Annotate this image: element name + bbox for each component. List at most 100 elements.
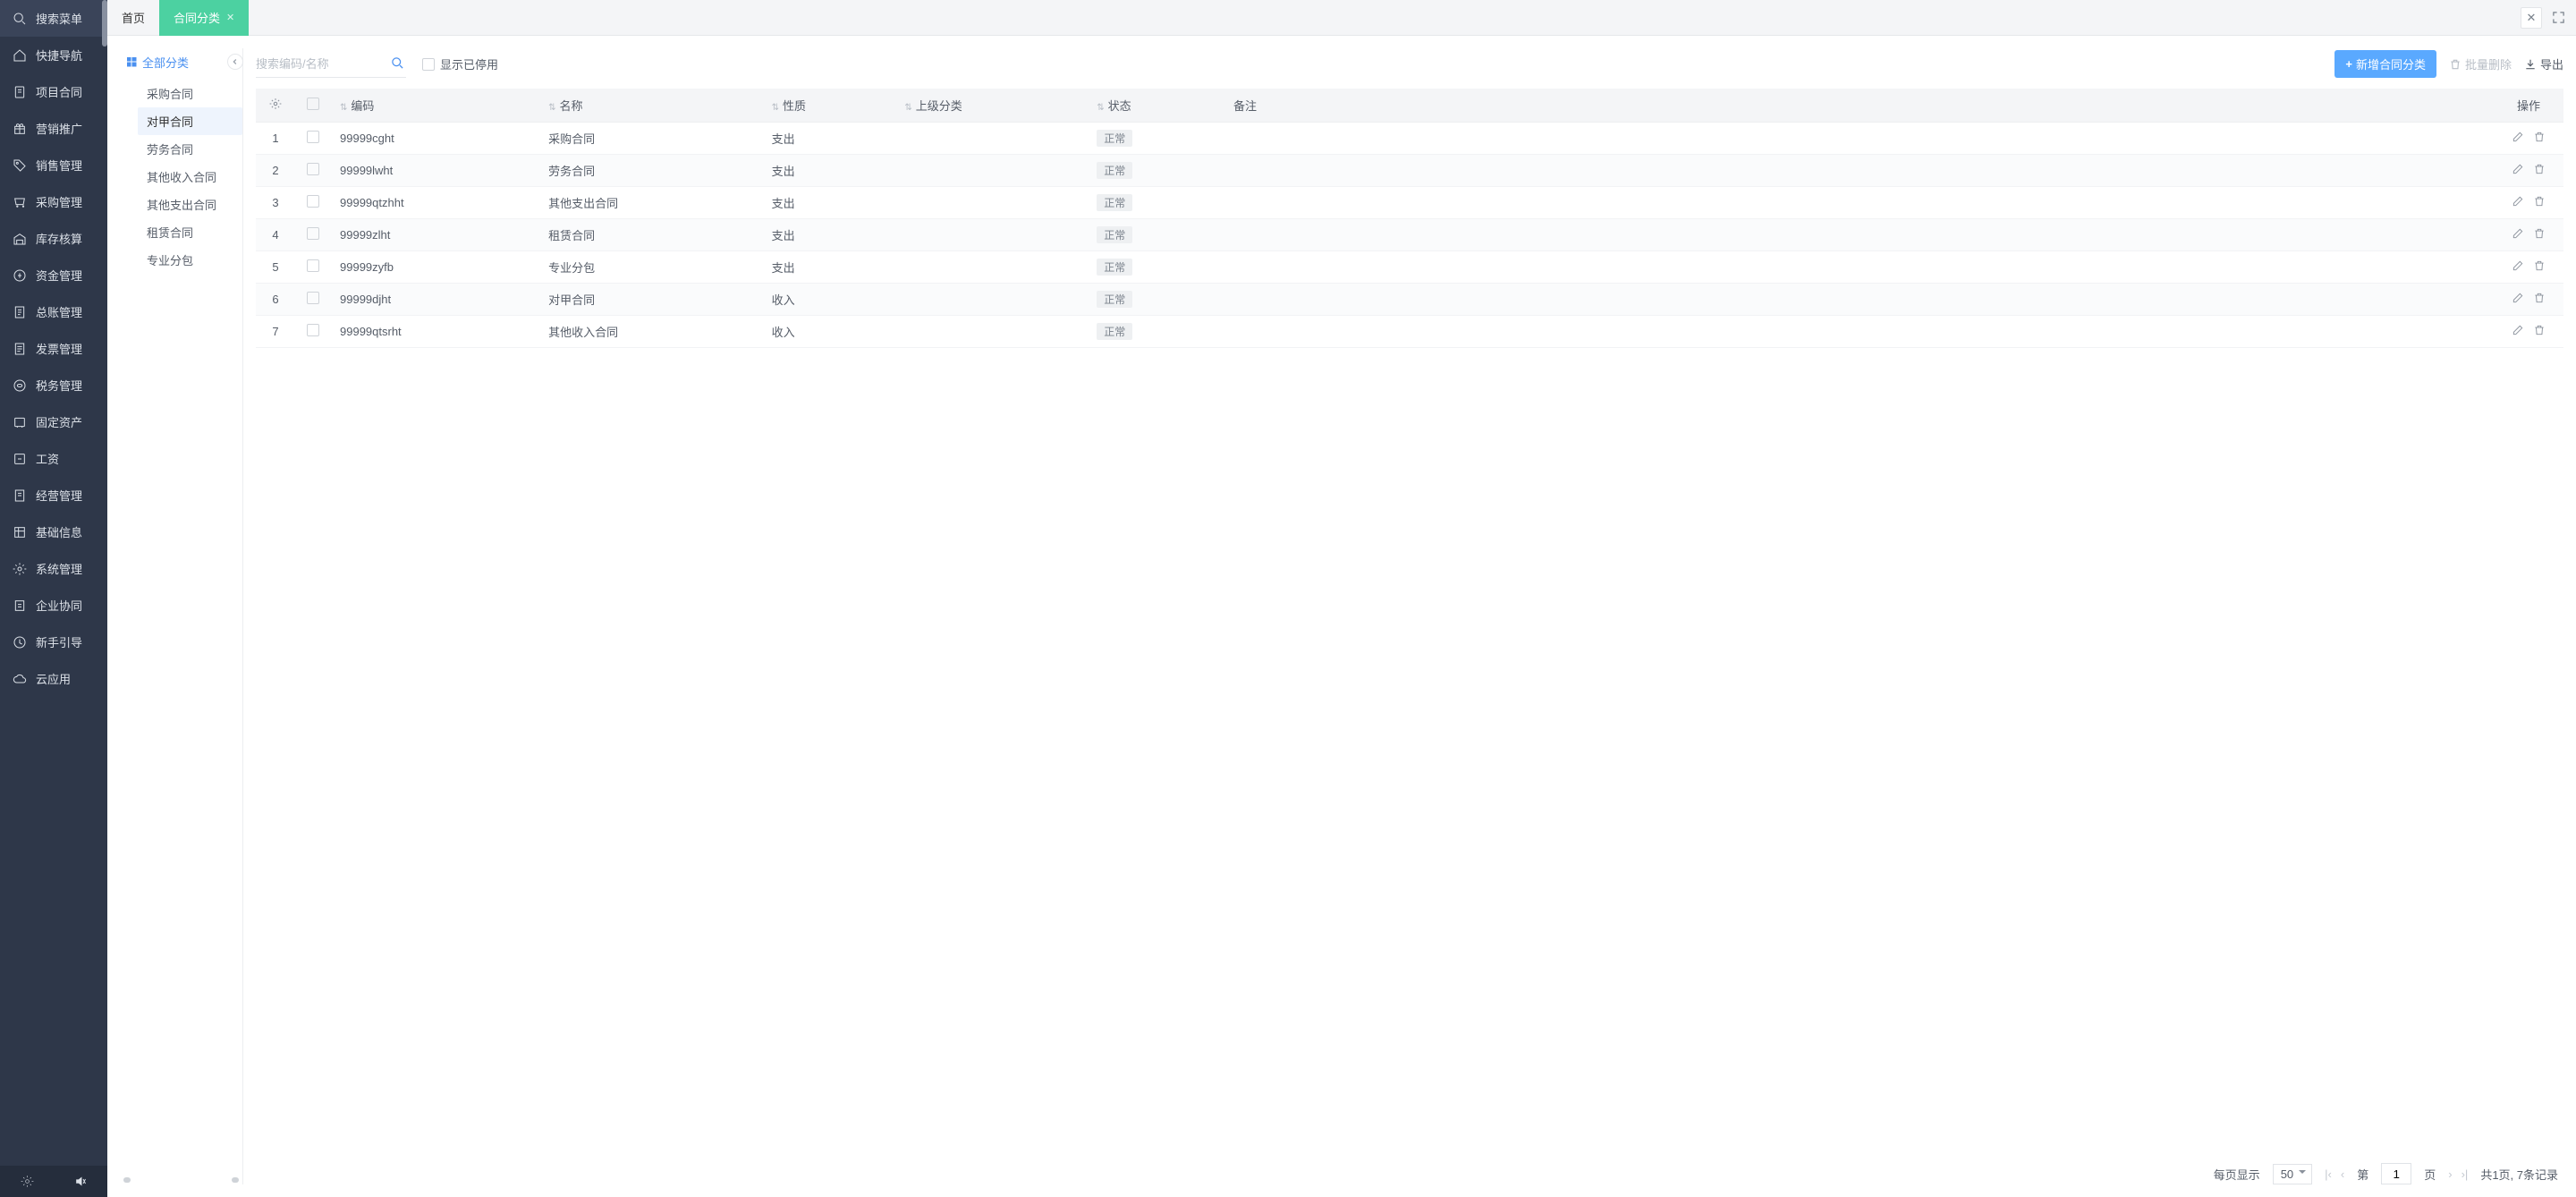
col-parent[interactable]: 上级分类	[895, 89, 1088, 123]
sidebar-item-3[interactable]: 营销推广	[0, 110, 107, 147]
edit-icon[interactable]	[2512, 292, 2524, 307]
sidebar-item-16[interactable]: 企业协同	[0, 587, 107, 624]
sidebar-item-label: 系统管理	[36, 560, 82, 577]
row-checkbox[interactable]	[295, 187, 331, 219]
cart-icon	[13, 195, 27, 209]
sidebar-item-12[interactable]: 工资	[0, 440, 107, 477]
sidebar-item-7[interactable]: 资金管理	[0, 257, 107, 293]
delete-icon[interactable]	[2533, 292, 2546, 307]
sidebar-item-6[interactable]: 库存核算	[0, 220, 107, 257]
cell-remark	[1224, 155, 2494, 187]
delete-icon[interactable]	[2533, 227, 2546, 242]
export-button[interactable]: 导出	[2524, 55, 2563, 72]
close-all-icon[interactable]: ✕	[2521, 7, 2542, 29]
sidebar-item-label: 新手引导	[36, 633, 82, 650]
sidebar-item-11[interactable]: 固定资产	[0, 403, 107, 440]
col-status[interactable]: 状态	[1088, 89, 1224, 123]
col-nature[interactable]: 性质	[763, 89, 896, 123]
table-row: 299999lwht劳务合同支出正常	[256, 155, 2563, 187]
delete-icon[interactable]	[2533, 324, 2546, 339]
row-index: 1	[256, 123, 295, 155]
delete-icon[interactable]	[2533, 163, 2546, 178]
add-button[interactable]: + 新增合同分类	[2334, 50, 2436, 78]
settings-icon[interactable]	[0, 1166, 54, 1197]
edit-icon[interactable]	[2512, 259, 2524, 275]
invoice-icon	[13, 342, 27, 356]
tabs-bar: 首页 合同分类 ✕ ✕	[107, 0, 2576, 36]
sidebar-item-10[interactable]: 税务管理	[0, 367, 107, 403]
show-disabled-checkbox[interactable]: 显示已停用	[422, 55, 498, 72]
tree-item[interactable]: 其他支出合同	[138, 191, 242, 218]
pagination: 每页显示 50 |‹ ‹ 第 页 › ›| 共1页, 7条记录	[256, 1153, 2563, 1184]
cell-nature: 支出	[763, 123, 896, 155]
prev-page-icon[interactable]: ‹	[2341, 1167, 2344, 1181]
select-all-checkbox[interactable]	[295, 89, 331, 123]
edit-icon[interactable]	[2512, 324, 2524, 339]
tree-hscroll[interactable]	[120, 1176, 242, 1184]
delete-icon[interactable]	[2533, 131, 2546, 146]
cell-remark	[1224, 316, 2494, 348]
close-icon[interactable]: ✕	[226, 12, 234, 23]
tab-home[interactable]: 首页	[107, 0, 159, 36]
sound-icon[interactable]	[54, 1166, 107, 1197]
table-row: 399999qtzhht其他支出合同支出正常	[256, 187, 2563, 219]
row-checkbox[interactable]	[295, 219, 331, 251]
guide-icon	[13, 635, 27, 649]
sidebar-item-18[interactable]: 云应用	[0, 660, 107, 697]
file-icon	[13, 85, 27, 99]
sidebar-item-label: 企业协同	[36, 597, 82, 614]
last-page-icon[interactable]: ›|	[2462, 1167, 2469, 1181]
page-input[interactable]	[2381, 1163, 2411, 1184]
edit-icon[interactable]	[2512, 195, 2524, 210]
tree-item[interactable]: 对甲合同	[138, 107, 242, 135]
sidebar-item-9[interactable]: 发票管理	[0, 330, 107, 367]
sidebar-item-15[interactable]: 系统管理	[0, 550, 107, 587]
fullscreen-icon[interactable]	[2547, 7, 2569, 29]
edit-icon[interactable]	[2512, 131, 2524, 146]
ledger-icon	[13, 305, 27, 319]
sidebar-item-2[interactable]: 项目合同	[0, 73, 107, 110]
sidebar-item-13[interactable]: 经营管理	[0, 477, 107, 514]
row-checkbox[interactable]	[295, 251, 331, 284]
tree-item[interactable]: 劳务合同	[138, 135, 242, 163]
cell-name: 其他收入合同	[539, 316, 763, 348]
sidebar-item-8[interactable]: 总账管理	[0, 293, 107, 330]
tree-item[interactable]: 采购合同	[138, 80, 242, 107]
sidebar-item-1[interactable]: 快捷导航	[0, 37, 107, 73]
tree-item[interactable]: 租赁合同	[138, 218, 242, 246]
row-checkbox[interactable]	[295, 284, 331, 316]
gear-icon[interactable]	[256, 89, 295, 123]
delete-icon[interactable]	[2533, 195, 2546, 210]
cell-nature: 收入	[763, 284, 896, 316]
row-checkbox[interactable]	[295, 316, 331, 348]
col-name[interactable]: 名称	[539, 89, 763, 123]
collapse-tree-icon[interactable]	[227, 54, 243, 70]
edit-icon[interactable]	[2512, 227, 2524, 242]
row-index: 7	[256, 316, 295, 348]
row-checkbox[interactable]	[295, 155, 331, 187]
edit-icon[interactable]	[2512, 163, 2524, 178]
cell-parent	[895, 251, 1088, 284]
delete-icon[interactable]	[2533, 259, 2546, 275]
first-page-icon[interactable]: |‹	[2325, 1167, 2332, 1181]
tab-contract-category[interactable]: 合同分类 ✕	[159, 0, 249, 36]
next-page-icon[interactable]: ›	[2448, 1167, 2452, 1181]
sidebar-item-label: 税务管理	[36, 377, 82, 394]
row-checkbox[interactable]	[295, 123, 331, 155]
sidebar-item-14[interactable]: 基础信息	[0, 514, 107, 550]
cell-name: 对甲合同	[539, 284, 763, 316]
gear-icon	[13, 562, 27, 576]
sidebar: 搜索菜单快捷导航项目合同营销推广销售管理采购管理库存核算资金管理总账管理发票管理…	[0, 0, 107, 1197]
sidebar-item-0[interactable]: 搜索菜单	[0, 0, 107, 37]
batch-delete-button[interactable]: 批量删除	[2449, 55, 2512, 72]
search-input[interactable]	[256, 51, 406, 78]
tree-item[interactable]: 专业分包	[138, 246, 242, 274]
search-icon[interactable]	[391, 56, 404, 72]
sidebar-item-4[interactable]: 销售管理	[0, 147, 107, 183]
sidebar-item-5[interactable]: 采购管理	[0, 183, 107, 220]
all-categories[interactable]: 全部分类	[120, 48, 242, 80]
sidebar-item-17[interactable]: 新手引导	[0, 624, 107, 660]
col-code[interactable]: 编码	[331, 89, 539, 123]
tree-item[interactable]: 其他收入合同	[138, 163, 242, 191]
per-page-select[interactable]: 50	[2273, 1164, 2312, 1184]
